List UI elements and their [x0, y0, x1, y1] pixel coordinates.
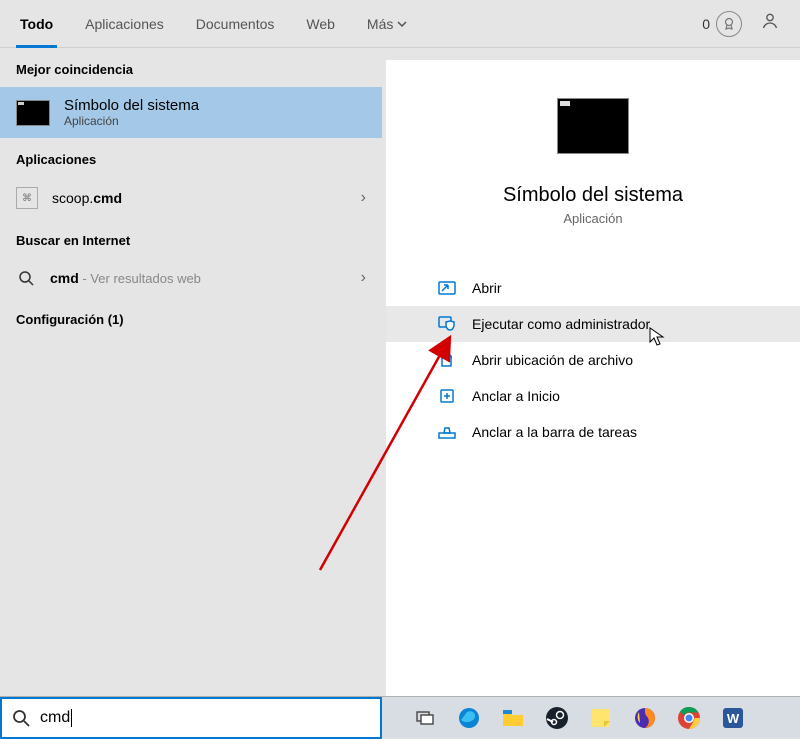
tab-docs[interactable]: Documentos — [180, 0, 291, 48]
web-result-hint: - Ver resultados web — [79, 271, 201, 286]
search-results-main: Mejor coincidencia Símbolo del sistema A… — [0, 48, 800, 696]
rewards-points: 0 — [702, 16, 710, 32]
search-box[interactable]: cmd — [0, 697, 382, 739]
chevron-right-icon: › — [361, 189, 366, 207]
action-list: Abrir Ejecutar como administrador Abrir … — [386, 250, 800, 470]
action-open-file-location[interactable]: Abrir ubicación de archivo — [386, 342, 800, 378]
search-icon — [12, 709, 30, 727]
action-label: Abrir — [472, 280, 502, 296]
task-view-icon[interactable] — [412, 705, 438, 731]
chevron-down-icon — [397, 21, 407, 27]
app-result-match: cmd — [93, 190, 122, 206]
svg-text:W: W — [727, 711, 740, 726]
web-result-cmd[interactable]: cmd - Ver resultados web › — [0, 258, 382, 298]
tab-more-label: Más — [367, 16, 393, 32]
action-label: Anclar a Inicio — [472, 388, 560, 404]
taskbar: cmd W — [0, 696, 800, 738]
web-section-header: Buscar en Internet — [0, 219, 382, 258]
search-icon — [16, 268, 36, 288]
action-pin-start[interactable]: Anclar a Inicio — [386, 378, 800, 414]
cmd-hero-icon — [557, 98, 629, 154]
shield-admin-icon — [438, 315, 456, 333]
action-pin-taskbar[interactable]: Anclar a la barra de tareas — [386, 414, 800, 450]
best-match-title: Símbolo del sistema — [64, 97, 199, 114]
action-label: Anclar a la barra de tareas — [472, 424, 637, 440]
file-explorer-icon[interactable] — [500, 705, 526, 731]
tab-more[interactable]: Más — [351, 0, 423, 48]
tab-apps[interactable]: Aplicaciones — [69, 0, 180, 48]
search-input-text: cmd — [40, 709, 70, 726]
folder-location-icon — [438, 351, 456, 369]
rewards-badge[interactable]: 0 — [702, 11, 742, 37]
search-tabs-bar: Todo Aplicaciones Documentos Web Más 0 — [0, 0, 800, 48]
details-title: Símbolo del sistema — [503, 184, 683, 207]
chrome-icon[interactable] — [676, 705, 702, 731]
action-open[interactable]: Abrir — [386, 270, 800, 306]
tab-web[interactable]: Web — [290, 0, 351, 48]
batch-file-icon: ⌘ — [16, 187, 38, 209]
sticky-notes-icon[interactable] — [588, 705, 614, 731]
account-icon[interactable] — [760, 11, 780, 36]
apps-section-header: Aplicaciones — [0, 138, 382, 177]
app-result-scoop-cmd[interactable]: ⌘ scoop.cmd › — [0, 177, 382, 219]
pin-start-icon — [438, 387, 456, 405]
steam-icon[interactable] — [544, 705, 570, 731]
open-icon — [438, 279, 456, 297]
web-result-match: cmd — [50, 270, 79, 286]
details-panel: Símbolo del sistema Aplicación Abrir Eje… — [386, 60, 800, 696]
details-subtitle: Aplicación — [563, 211, 622, 226]
chevron-right-icon: › — [361, 269, 366, 287]
tab-all[interactable]: Todo — [4, 0, 69, 48]
medal-icon — [716, 11, 742, 37]
app-result-prefix: scoop. — [52, 190, 93, 206]
cmd-app-icon — [16, 100, 50, 126]
config-section-header: Configuración (1) — [0, 298, 382, 337]
pin-taskbar-icon — [438, 423, 456, 441]
action-label: Abrir ubicación de archivo — [472, 352, 633, 368]
word-icon[interactable]: W — [720, 705, 746, 731]
results-panel: Mejor coincidencia Símbolo del sistema A… — [0, 48, 382, 696]
best-match-subtitle: Aplicación — [64, 114, 199, 128]
best-match-item[interactable]: Símbolo del sistema Aplicación — [0, 87, 382, 138]
firefox-icon[interactable] — [632, 705, 658, 731]
action-label: Ejecutar como administrador — [472, 316, 650, 332]
best-match-header: Mejor coincidencia — [0, 48, 382, 87]
edge-icon[interactable] — [456, 705, 482, 731]
action-run-as-admin[interactable]: Ejecutar como administrador — [386, 306, 800, 342]
